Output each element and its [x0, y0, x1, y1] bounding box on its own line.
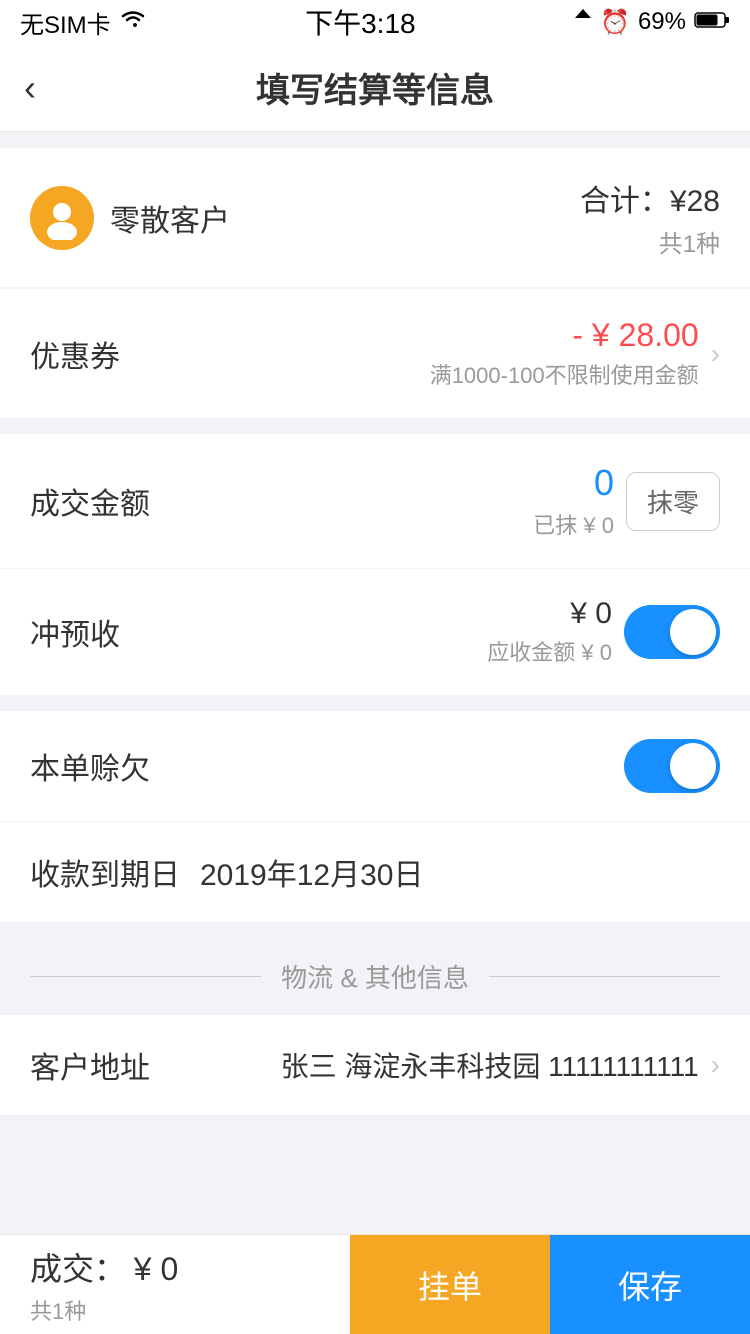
toggle-knob — [670, 609, 716, 655]
due-date-label: 收款到期日 — [30, 850, 180, 894]
due-date-row: 收款到期日 2019年12月30日 — [0, 822, 750, 922]
logistics-line-left — [30, 976, 261, 977]
debt-toggle-knob — [670, 743, 716, 789]
section-divider-3 — [0, 922, 750, 938]
round-zero-button[interactable]: 抹零 — [626, 472, 720, 531]
pre-receive-toggle[interactable] — [624, 605, 720, 659]
wifi-icon — [119, 8, 147, 36]
deal-amount-sub: 已抹 ¥ 0 — [533, 508, 614, 540]
address-value: 张三 海淀永丰科技园 11111111111 — [170, 1045, 699, 1085]
debt-toggle[interactable] — [624, 739, 720, 793]
nav-bar: ‹ 填写结算等信息 — [0, 44, 750, 132]
debt-row: 本单赊欠 — [0, 711, 750, 822]
location-icon — [574, 8, 592, 37]
customer-total: 合计：¥28 — [580, 176, 720, 220]
save-button[interactable]: 保存 — [550, 1235, 750, 1334]
address-chevron-icon: › — [711, 1049, 720, 1081]
due-date-value[interactable]: 2019年12月30日 — [200, 850, 423, 894]
bottom-deal-label: 成交： — [30, 1251, 126, 1287]
bottom-summary: 成交： ¥ 0 共1种 — [0, 1235, 350, 1334]
debt-label: 本单赊欠 — [30, 744, 150, 788]
customer-count: 共1种 — [580, 224, 720, 259]
section-divider-2 — [0, 695, 750, 711]
alarm-icon: ⏰ — [600, 8, 630, 37]
customer-name: 零散客户 — [110, 196, 230, 240]
logistics-label: 物流 & 其他信息 — [281, 958, 469, 995]
status-right: ⏰ 69% — [574, 8, 730, 37]
deal-amount-label: 成交金额 — [30, 479, 150, 523]
pre-receive-sub: 应收金额 ¥ 0 — [487, 635, 612, 667]
deal-amount-row: 成交金额 0 已抹 ¥ 0 抹零 — [0, 434, 750, 569]
address-row[interactable]: 客户地址 张三 海淀永丰科技园 11111111111 › — [0, 1015, 750, 1115]
pre-receive-amount: ¥ 0 — [570, 597, 612, 631]
bottom-deal-amount: ¥ 0 — [134, 1251, 178, 1287]
status-time: 下午3:18 — [305, 2, 416, 42]
customer-row: 零散客户 合计：¥28 共1种 — [0, 148, 750, 287]
logistics-line-right — [489, 976, 720, 977]
coupon-label: 优惠券 — [30, 332, 120, 376]
sim-signal: 无SIM卡 — [20, 5, 111, 40]
chevron-right-icon: › — [711, 338, 720, 370]
deal-amount-value[interactable]: 0 — [533, 462, 614, 504]
pre-receive-row: 冲预收 ¥ 0 应收金额 ¥ 0 — [0, 569, 750, 695]
logistics-section-header: 物流 & 其他信息 — [0, 938, 750, 1015]
status-left: 无SIM卡 — [20, 5, 147, 40]
page-title: 填写结算等信息 — [256, 63, 494, 112]
section-divider-1 — [0, 418, 750, 434]
pre-receive-label: 冲预收 — [30, 610, 120, 654]
back-button[interactable]: ‹ — [24, 67, 36, 109]
bottom-summary-count: 共1种 — [30, 1294, 320, 1326]
coupon-amount: - ¥ 28.00 — [430, 317, 699, 354]
coupon-desc: 满1000-100不限制使用金额 — [430, 358, 699, 390]
coupon-row[interactable]: 优惠券 - ¥ 28.00 满1000-100不限制使用金额 › — [0, 289, 750, 418]
hang-button[interactable]: 挂单 — [350, 1235, 550, 1334]
battery-icon — [694, 8, 730, 36]
bottom-bar: 成交： ¥ 0 共1种 挂单 保存 — [0, 1234, 750, 1334]
battery-percent: 69% — [638, 8, 686, 36]
bottom-summary-top: 成交： ¥ 0 — [30, 1244, 320, 1290]
status-bar: 无SIM卡 下午3:18 ⏰ 69% — [0, 0, 750, 44]
address-label: 客户地址 — [30, 1043, 150, 1087]
customer-avatar — [30, 186, 94, 250]
